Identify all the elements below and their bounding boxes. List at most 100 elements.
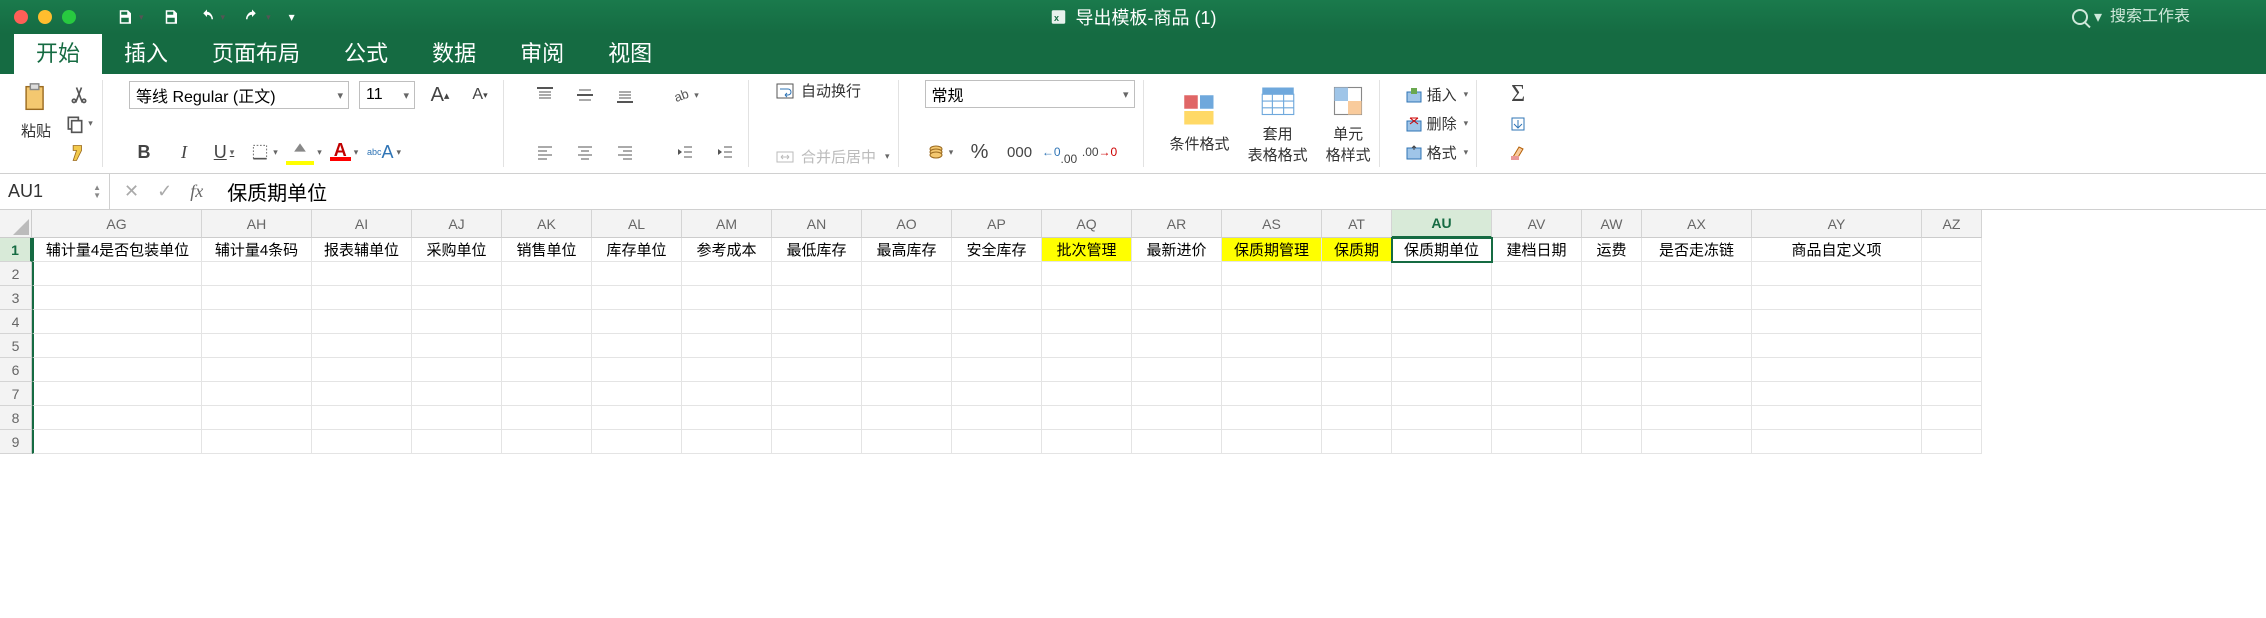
cell-AZ7[interactable] bbox=[1922, 382, 1982, 406]
fx-icon[interactable]: fx bbox=[190, 181, 203, 202]
cell-AT3[interactable] bbox=[1322, 286, 1392, 310]
cell-AX4[interactable] bbox=[1642, 310, 1752, 334]
cell-AY2[interactable] bbox=[1752, 262, 1922, 286]
cell-AM2[interactable] bbox=[682, 262, 772, 286]
cell-AS4[interactable] bbox=[1222, 310, 1322, 334]
percent-button[interactable]: % bbox=[965, 137, 995, 167]
save-button[interactable] bbox=[162, 8, 180, 26]
border-button[interactable] bbox=[249, 137, 279, 167]
column-header-AM[interactable]: AM bbox=[682, 210, 772, 238]
cell-AN2[interactable] bbox=[772, 262, 862, 286]
decrease-indent-button[interactable] bbox=[670, 137, 700, 167]
name-box-stepper[interactable]: ▲▼ bbox=[93, 184, 101, 200]
cell-AX9[interactable] bbox=[1642, 430, 1752, 454]
cell-AS5[interactable] bbox=[1222, 334, 1322, 358]
column-header-AN[interactable]: AN bbox=[772, 210, 862, 238]
cell-AR3[interactable] bbox=[1132, 286, 1222, 310]
cell-AQ2[interactable] bbox=[1042, 262, 1132, 286]
align-top-button[interactable] bbox=[530, 80, 560, 110]
cell-AT5[interactable] bbox=[1322, 334, 1392, 358]
decrease-decimal-button[interactable]: .00→0 bbox=[1085, 137, 1115, 167]
cell-AV9[interactable] bbox=[1492, 430, 1582, 454]
cell-AP9[interactable] bbox=[952, 430, 1042, 454]
cell-AL2[interactable] bbox=[592, 262, 682, 286]
cell-AI8[interactable] bbox=[312, 406, 412, 430]
cell-AS2[interactable] bbox=[1222, 262, 1322, 286]
number-format-select[interactable]: 常规 bbox=[925, 80, 1135, 108]
cell-AM7[interactable] bbox=[682, 382, 772, 406]
cell-AJ6[interactable] bbox=[412, 358, 502, 382]
cell-AN9[interactable] bbox=[772, 430, 862, 454]
cell-AZ1[interactable] bbox=[1922, 238, 1982, 262]
accept-formula-button[interactable]: ✓ bbox=[157, 181, 172, 202]
fill-button[interactable] bbox=[1503, 109, 1533, 138]
cell-AP2[interactable] bbox=[952, 262, 1042, 286]
cell-AQ9[interactable] bbox=[1042, 430, 1132, 454]
row-header-5[interactable]: 5 bbox=[0, 334, 32, 358]
row-header-8[interactable]: 8 bbox=[0, 406, 32, 430]
cell-AO3[interactable] bbox=[862, 286, 952, 310]
cell-AN8[interactable] bbox=[772, 406, 862, 430]
cell-AW8[interactable] bbox=[1582, 406, 1642, 430]
redo-button[interactable]: ▾ bbox=[243, 8, 271, 26]
cell-AV6[interactable] bbox=[1492, 358, 1582, 382]
cell-AG8[interactable] bbox=[32, 406, 202, 430]
cell-AO5[interactable] bbox=[862, 334, 952, 358]
cell-AR4[interactable] bbox=[1132, 310, 1222, 334]
cell-AX2[interactable] bbox=[1642, 262, 1752, 286]
close-window-button[interactable] bbox=[14, 10, 28, 24]
cell-AR7[interactable] bbox=[1132, 382, 1222, 406]
tab-页面布局[interactable]: 页面布局 bbox=[190, 30, 322, 74]
cell-AW1[interactable]: 运费 bbox=[1582, 238, 1642, 262]
conditional-format-button[interactable]: 条件格式 bbox=[1170, 93, 1230, 154]
cell-AU4[interactable] bbox=[1392, 310, 1492, 334]
formula-input[interactable] bbox=[217, 180, 2266, 203]
cell-AJ3[interactable] bbox=[412, 286, 502, 310]
undo-button[interactable]: ▾ bbox=[198, 8, 226, 26]
cell-AK9[interactable] bbox=[502, 430, 592, 454]
cell-AH3[interactable] bbox=[202, 286, 312, 310]
cell-AZ3[interactable] bbox=[1922, 286, 1982, 310]
cell-AT9[interactable] bbox=[1322, 430, 1392, 454]
sheet-search[interactable]: ▾ bbox=[2072, 7, 2250, 27]
column-header-AU[interactable]: AU bbox=[1392, 210, 1492, 238]
cell-AT4[interactable] bbox=[1322, 310, 1392, 334]
cell-AP4[interactable] bbox=[952, 310, 1042, 334]
align-left-button[interactable] bbox=[530, 137, 560, 167]
cell-AX7[interactable] bbox=[1642, 382, 1752, 406]
cell-AS6[interactable] bbox=[1222, 358, 1322, 382]
cell-AU9[interactable] bbox=[1392, 430, 1492, 454]
cell-AS8[interactable] bbox=[1222, 406, 1322, 430]
cell-AK2[interactable] bbox=[502, 262, 592, 286]
cell-AJ2[interactable] bbox=[412, 262, 502, 286]
cell-AH8[interactable] bbox=[202, 406, 312, 430]
cell-AP7[interactable] bbox=[952, 382, 1042, 406]
tab-公式[interactable]: 公式 bbox=[322, 30, 410, 74]
cell-AR5[interactable] bbox=[1132, 334, 1222, 358]
cell-AG7[interactable] bbox=[32, 382, 202, 406]
cell-AW9[interactable] bbox=[1582, 430, 1642, 454]
cell-AX8[interactable] bbox=[1642, 406, 1752, 430]
insert-cells-button[interactable]: 插入▾ bbox=[1406, 83, 1469, 107]
cell-AU2[interactable] bbox=[1392, 262, 1492, 286]
cell-AM3[interactable] bbox=[682, 286, 772, 310]
cell-AQ4[interactable] bbox=[1042, 310, 1132, 334]
cell-AZ5[interactable] bbox=[1922, 334, 1982, 358]
cell-AI6[interactable] bbox=[312, 358, 412, 382]
cell-AZ4[interactable] bbox=[1922, 310, 1982, 334]
cell-AP3[interactable] bbox=[952, 286, 1042, 310]
cell-AO7[interactable] bbox=[862, 382, 952, 406]
cell-AY9[interactable] bbox=[1752, 430, 1922, 454]
cell-AM1[interactable]: 参考成本 bbox=[682, 238, 772, 262]
column-header-AV[interactable]: AV bbox=[1492, 210, 1582, 238]
cell-AP1[interactable]: 安全库存 bbox=[952, 238, 1042, 262]
cell-AW4[interactable] bbox=[1582, 310, 1642, 334]
format-painter-button[interactable] bbox=[64, 138, 94, 167]
cell-AR1[interactable]: 最新进价 bbox=[1132, 238, 1222, 262]
copy-button[interactable] bbox=[64, 109, 94, 138]
row-header-2[interactable]: 2 bbox=[0, 262, 32, 286]
cell-AP6[interactable] bbox=[952, 358, 1042, 382]
cell-AP5[interactable] bbox=[952, 334, 1042, 358]
row-header-1[interactable]: 1 bbox=[0, 238, 32, 262]
column-header-AY[interactable]: AY bbox=[1752, 210, 1922, 238]
